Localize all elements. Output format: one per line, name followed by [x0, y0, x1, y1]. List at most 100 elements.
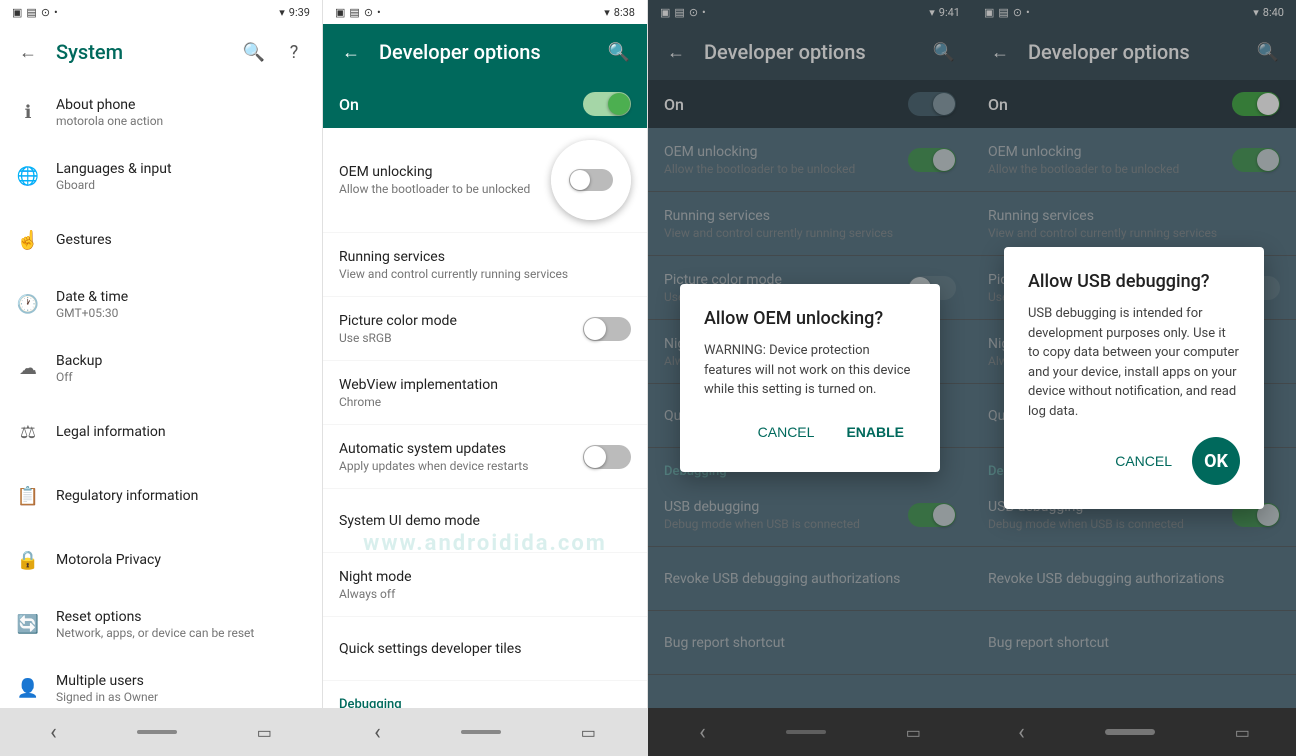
status-icons-right-2: ▾ 8:38: [604, 6, 635, 19]
reset-text: Reset options Network, apps, or device c…: [56, 609, 254, 640]
search-button-2[interactable]: 🔍: [607, 40, 631, 64]
sidebar-item-motorola-privacy[interactable]: 🔒 Motorola Privacy: [0, 528, 322, 592]
home-nav-2[interactable]: [461, 730, 501, 734]
sidebar-item-reset[interactable]: 🔄 Reset options Network, apps, or device…: [0, 592, 322, 656]
search-button-1[interactable]: 🔍: [242, 40, 266, 64]
oem-enable-button[interactable]: Enable: [834, 416, 916, 448]
sidebar-item-languages[interactable]: 🌐 Languages & input Gboard: [0, 144, 322, 208]
regulatory-text: Regulatory information: [56, 488, 198, 504]
setting-picture-color[interactable]: Picture color mode Use sRGB: [323, 297, 647, 361]
legal-icon: ⚖: [16, 420, 40, 444]
sidebar-item-gestures[interactable]: ☝ Gestures: [0, 208, 322, 272]
setting-auto-updates[interactable]: Automatic system updates Apply updates w…: [323, 425, 647, 489]
home-nav-1[interactable]: [137, 730, 177, 734]
developer-title-2: Developer options: [379, 40, 591, 64]
setting-quick-tiles[interactable]: Quick settings developer tiles: [323, 617, 647, 681]
backup-text: Backup Off: [56, 353, 102, 384]
on-off-row-2: On: [323, 80, 647, 128]
gestures-text: Gestures: [56, 232, 112, 248]
reset-icon: 🔄: [16, 612, 40, 636]
oem-dialog: Allow OEM unlocking? WARNING: Device pro…: [680, 284, 940, 472]
privacy-icon: 🔒: [16, 548, 40, 572]
sidebar-item-legal[interactable]: ⚖ Legal information: [0, 400, 322, 464]
about-phone-text: About phone motorola one action: [56, 97, 163, 128]
sidebar-item-backup[interactable]: ☁ Backup Off: [0, 336, 322, 400]
usb-dialog: Allow USB debugging? USB debugging is in…: [1004, 247, 1264, 509]
oem-toggle-inner: [569, 169, 613, 191]
datetime-icon: 🕐: [16, 292, 40, 316]
help-button-1[interactable]: ?: [282, 40, 306, 64]
languages-text: Languages & input Gboard: [56, 161, 172, 192]
security-icon: ⊙: [41, 6, 50, 19]
panel-developer-options: ▣ ▤ ⊙ • ▾ 8:38 ← Developer options 🔍 On …: [323, 0, 648, 756]
system-settings-list: ℹ About phone motorola one action 🌐 Lang…: [0, 80, 322, 708]
debugging-header-2: Debugging: [323, 681, 647, 708]
sidebar-item-regulatory[interactable]: 📋 Regulatory information: [0, 464, 322, 528]
wifi-icon-2: ▾: [604, 6, 610, 19]
bottom-nav-2: ‹ ▭: [323, 708, 647, 756]
running-services-text: Running services View and control curren…: [339, 249, 631, 281]
time-1: 9:39: [289, 6, 310, 19]
app-bar-system: ← System 🔍 ?: [0, 24, 322, 80]
privacy-text: Motorola Privacy: [56, 552, 161, 568]
usb-dialog-body: USB debugging is intended for developmen…: [1028, 304, 1240, 421]
about-phone-icon: ℹ: [16, 100, 40, 124]
panel-system-settings: ▣ ▤ ⊙ • ▾ 9:39 ← System 🔍 ? ℹ About phon…: [0, 0, 323, 756]
oem-cancel-button[interactable]: Cancel: [746, 416, 827, 448]
oem-dialog-body: WARNING: Device protection features will…: [704, 341, 916, 400]
back-nav-1[interactable]: ‹: [50, 720, 57, 745]
legal-text: Legal information: [56, 424, 166, 440]
night-mode-text: Night mode Always off: [339, 569, 631, 601]
toggle-thumb-2: [608, 93, 630, 115]
sd-icon-2: ▤: [349, 6, 359, 19]
sidebar-item-about-phone[interactable]: ℹ About phone motorola one action: [0, 80, 322, 144]
loc-icon-2: ⊙: [364, 6, 373, 19]
users-icon: 👤: [16, 676, 40, 700]
sidebar-item-datetime[interactable]: 🕐 Date & time GMT+05:30: [0, 272, 322, 336]
auto-updates-thumb: [584, 446, 606, 468]
status-icons-right-1: ▾ 9:39: [279, 6, 310, 19]
dot-icon-2: •: [377, 6, 381, 19]
oem-toggle-circle[interactable]: [551, 140, 631, 220]
back-nav-2[interactable]: ‹: [374, 720, 381, 745]
system-title: System: [56, 40, 226, 64]
usb-cancel-button[interactable]: Cancel: [1103, 437, 1184, 485]
setting-demo-mode[interactable]: System UI demo mode: [323, 489, 647, 553]
on-label-2: On: [339, 95, 359, 114]
picture-color-thumb: [584, 318, 606, 340]
master-toggle-2[interactable]: [583, 92, 631, 116]
auto-updates-toggle[interactable]: [583, 445, 631, 469]
time-2: 8:38: [614, 6, 635, 19]
usb-dialog-buttons: Cancel OK: [1028, 437, 1240, 485]
panel-developer-oem-dialog: ▣ ▤ ⊙ • ▾ 9:41 ← Developer options 🔍 On …: [648, 0, 972, 756]
auto-updates-text: Automatic system updates Apply updates w…: [339, 441, 583, 473]
wifi-icon: ▾: [279, 6, 285, 19]
back-button-2[interactable]: ←: [339, 40, 363, 64]
usb-ok-button[interactable]: OK: [1192, 437, 1240, 485]
recent-nav-1[interactable]: ▭: [257, 723, 272, 742]
status-icons-left-1: ▣ ▤ ⊙ •: [12, 6, 58, 19]
dot-icon: •: [54, 6, 58, 19]
bottom-nav-1: ‹ ▭: [0, 708, 322, 756]
picture-color-toggle[interactable]: [583, 317, 631, 341]
datetime-text: Date & time GMT+05:30: [56, 289, 128, 320]
demo-mode-text: System UI demo mode: [339, 513, 631, 529]
usb-dialog-title: Allow USB debugging?: [1028, 271, 1240, 292]
setting-running-services[interactable]: Running services View and control curren…: [323, 233, 647, 297]
backup-icon: ☁: [16, 356, 40, 380]
quick-tiles-text: Quick settings developer tiles: [339, 641, 631, 657]
gestures-icon: ☝: [16, 228, 40, 252]
sidebar-item-multiple-users[interactable]: 👤 Multiple users Signed in as Owner: [0, 656, 322, 708]
setting-night-mode[interactable]: Night mode Always off: [323, 553, 647, 617]
setting-oem-unlocking[interactable]: OEM unlocking Allow the bootloader to be…: [323, 128, 647, 233]
webview-text: WebView implementation Chrome: [339, 377, 631, 409]
oem-dialog-buttons: Cancel Enable: [704, 416, 916, 448]
developer-settings-list-2: OEM unlocking Allow the bootloader to be…: [323, 128, 647, 708]
back-button-1[interactable]: ←: [16, 40, 40, 64]
recent-nav-2[interactable]: ▭: [581, 723, 596, 742]
panel-developer-usb-dialog: ▣ ▤ ⊙ • ▾ 8:40 ← Developer options 🔍 On …: [972, 0, 1296, 756]
regulatory-icon: 📋: [16, 484, 40, 508]
status-bar-2: ▣ ▤ ⊙ • ▾ 8:38: [323, 0, 647, 24]
setting-webview[interactable]: WebView implementation Chrome: [323, 361, 647, 425]
app-bar-developer: ← Developer options 🔍: [323, 24, 647, 80]
